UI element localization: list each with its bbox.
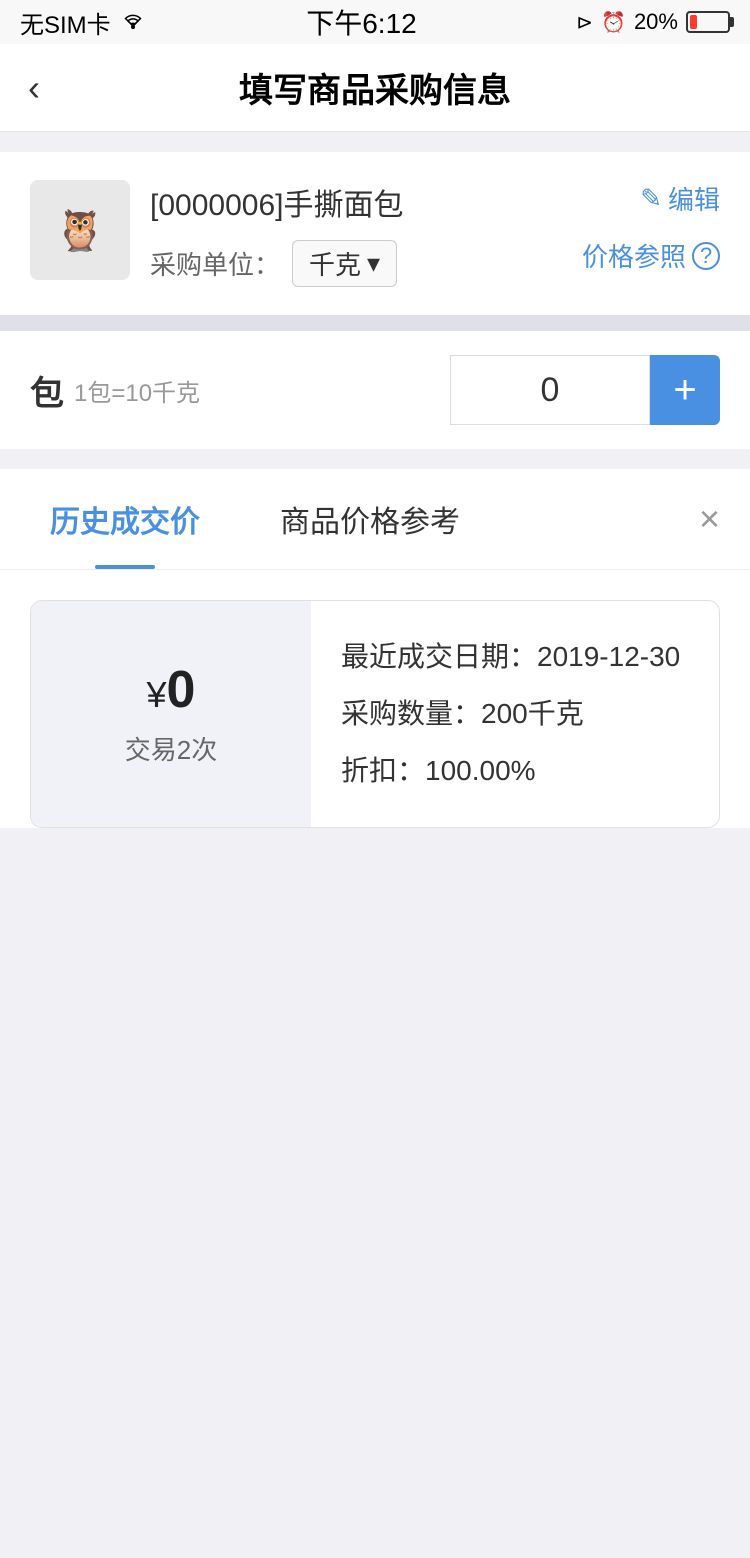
status-bar-left: 无SIM卡 bbox=[20, 5, 147, 40]
status-bar-time: 下午6:12 bbox=[306, 2, 417, 42]
history-price-panel: ¥0 交易2次 bbox=[31, 601, 311, 827]
history-details-panel: 最近成交日期：2019-12-30 采购数量：200千克 折扣：100.00% bbox=[311, 601, 719, 827]
history-discount-label: 折扣： bbox=[341, 755, 425, 786]
chevron-down-icon: ▾ bbox=[367, 248, 380, 279]
product-info: 🦉 [0000006]手撕面包 采购单位： 千克 ▾ bbox=[30, 180, 403, 287]
quantity-control: + bbox=[450, 355, 720, 425]
status-bar: 无SIM卡 下午6:12 ⊳ ⏰ 20% bbox=[0, 0, 750, 44]
product-details: [0000006]手撕面包 采购单位： 千克 ▾ bbox=[150, 180, 403, 287]
history-trades-count: 交易2次 bbox=[125, 730, 217, 767]
purchase-unit-label: 采购单位： bbox=[150, 245, 280, 282]
quantity-unit: 包 bbox=[30, 366, 64, 415]
wifi-icon bbox=[119, 8, 147, 37]
history-date-label: 最近成交日期： bbox=[341, 641, 537, 672]
product-name: [0000006]手撕面包 bbox=[150, 180, 403, 224]
unit-selector[interactable]: 千克 ▾ bbox=[292, 240, 397, 287]
edit-label: 编辑 bbox=[668, 180, 720, 217]
nav-bar: ‹ 填写商品采购信息 bbox=[0, 44, 750, 132]
main-content bbox=[0, 858, 750, 1558]
price-ref-label: 价格参照 bbox=[582, 237, 686, 274]
location-icon: ⊳ bbox=[576, 10, 593, 35]
battery-indicator bbox=[686, 11, 730, 33]
currency-symbol: ¥ bbox=[147, 674, 167, 715]
history-discount-row: 折扣：100.00% bbox=[341, 751, 689, 790]
back-button[interactable]: ‹ bbox=[28, 67, 40, 109]
status-bar-right: ⊳ ⏰ 20% bbox=[576, 9, 730, 35]
tab-header: 历史成交价 商品价格参考 × bbox=[0, 469, 750, 570]
battery-percent: 20% bbox=[634, 9, 678, 35]
help-icon: ? bbox=[692, 242, 720, 270]
unit-value: 千克 bbox=[309, 245, 361, 282]
alarm-icon: ⏰ bbox=[601, 10, 626, 35]
quantity-row: 包 1包=10千克 + bbox=[0, 331, 750, 449]
history-quantity-row: 采购数量：200千克 bbox=[341, 694, 689, 733]
history-date-value: 2019-12-30 bbox=[537, 641, 680, 672]
history-card: ¥0 交易2次 最近成交日期：2019-12-30 采购数量：200千克 折扣：… bbox=[30, 600, 720, 828]
product-thumbnail: 🦉 bbox=[30, 180, 130, 280]
history-date-row: 最近成交日期：2019-12-30 bbox=[341, 637, 689, 676]
tab-section: 历史成交价 商品价格参考 × ¥0 交易2次 最近成交日期：2019-12-30… bbox=[0, 469, 750, 828]
page-title: 填写商品采购信息 bbox=[239, 63, 511, 112]
edit-icon: ✎ bbox=[640, 183, 662, 214]
separator bbox=[0, 315, 750, 331]
battery-fill bbox=[690, 15, 697, 29]
tab-history-price[interactable]: 历史成交价 bbox=[30, 469, 220, 569]
history-quantity-label: 采购数量： bbox=[341, 698, 481, 729]
edit-button[interactable]: ✎ 编辑 bbox=[640, 180, 720, 217]
product-header: 🦉 [0000006]手撕面包 采购单位： 千克 ▾ ✎ 编辑 价格参照 bbox=[30, 180, 720, 287]
tab-price-reference[interactable]: 商品价格参考 bbox=[260, 469, 480, 569]
history-discount-value: 100.00% bbox=[425, 755, 536, 786]
quantity-input[interactable] bbox=[450, 355, 650, 425]
quantity-label: 包 1包=10千克 bbox=[30, 366, 200, 415]
quantity-plus-button[interactable]: + bbox=[650, 355, 720, 425]
carrier-text: 无SIM卡 bbox=[20, 5, 111, 40]
product-unit-row: 采购单位： 千克 ▾ bbox=[150, 240, 403, 287]
product-image-icon: 🦉 bbox=[55, 207, 105, 254]
product-card: 🦉 [0000006]手撕面包 采购单位： 千克 ▾ ✎ 编辑 价格参照 bbox=[0, 152, 750, 315]
history-quantity-value: 200千克 bbox=[481, 698, 584, 729]
history-price-value: ¥0 bbox=[147, 660, 196, 720]
price-ref-button[interactable]: 价格参照 ? bbox=[582, 237, 720, 274]
unit-conversion: 1包=10千克 bbox=[74, 373, 200, 408]
tab-close-button[interactable]: × bbox=[699, 498, 720, 540]
